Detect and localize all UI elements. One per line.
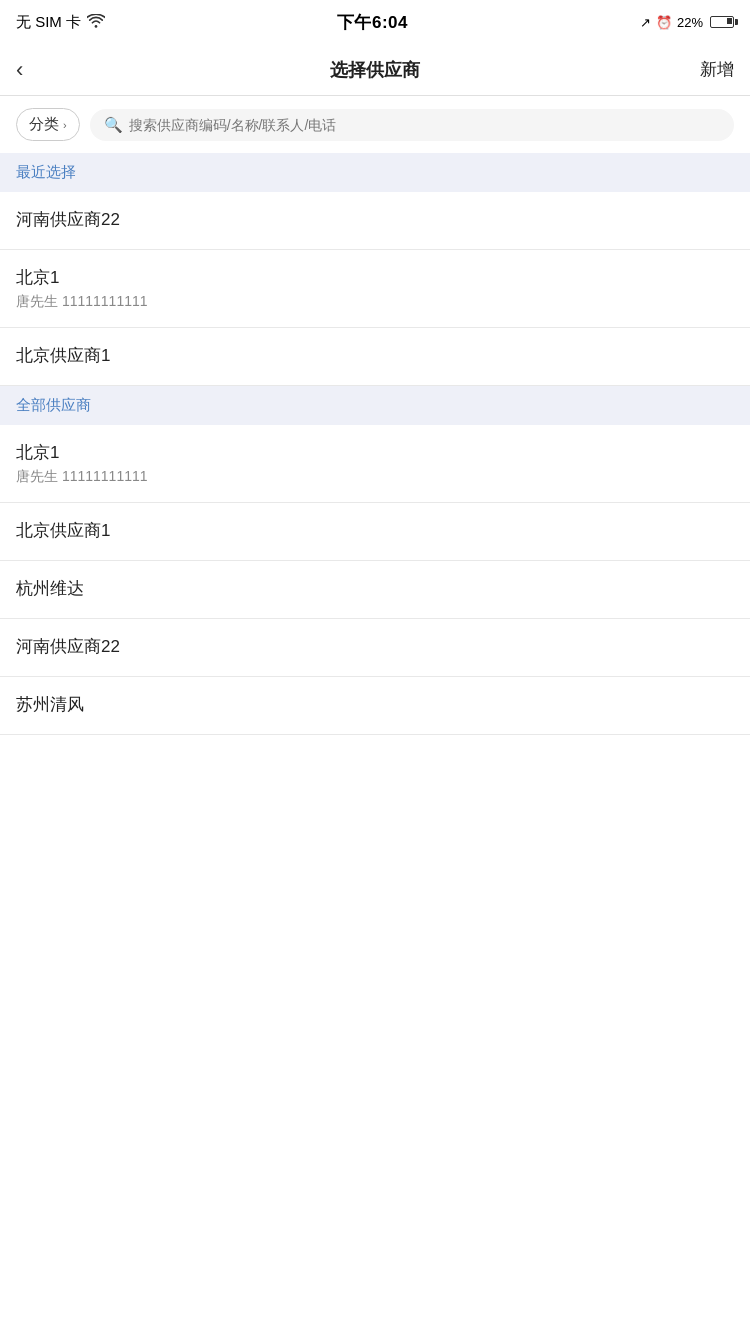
filter-bar: 分类 › 🔍 — [0, 96, 750, 153]
search-box[interactable]: 🔍 — [90, 109, 734, 141]
nav-title: 选择供应商 — [330, 58, 420, 82]
list-item[interactable]: 北京1 唐先生 11111111111 — [0, 425, 750, 503]
alarm-icon: ⏰ — [656, 15, 672, 30]
search-input[interactable] — [129, 117, 720, 133]
status-time: 下午6:04 — [337, 11, 408, 34]
chevron-right-icon: › — [63, 119, 67, 131]
all-items-list: 北京1 唐先生 11111111111 北京供应商1 杭州维达河南供应商22 苏州清风 — [0, 425, 750, 735]
back-button[interactable]: ‹ — [16, 57, 60, 83]
category-filter-button[interactable]: 分类 › — [16, 108, 80, 141]
sim-status: 无 SIM 卡 — [16, 13, 81, 32]
item-name: 北京1 — [16, 441, 734, 464]
list-item[interactable]: 杭州维达 — [0, 561, 750, 619]
status-left: 无 SIM 卡 — [16, 13, 105, 32]
all-section-header: 全部供应商 — [0, 386, 750, 425]
status-right: ↗ ⏰ 22% — [640, 15, 734, 30]
recent-items-list: 河南供应商22 北京1 唐先生 11111111111 北京供应商1 — [0, 192, 750, 386]
item-name: 北京供应商1 — [16, 519, 734, 542]
nav-bar: ‹ 选择供应商 新增 — [0, 44, 750, 96]
all-section-label: 全部供应商 — [16, 396, 91, 413]
list-item[interactable]: 河南供应商22 — [0, 619, 750, 677]
recent-section-label: 最近选择 — [16, 163, 76, 180]
wifi-icon — [87, 14, 105, 31]
list-item[interactable]: 北京供应商1 — [0, 328, 750, 386]
search-icon: 🔍 — [104, 116, 123, 134]
list-item[interactable]: 北京1 唐先生 11111111111 — [0, 250, 750, 328]
item-name: 河南供应商22 — [16, 635, 734, 658]
location-icon: ↗ — [640, 15, 651, 30]
status-bar: 无 SIM 卡 下午6:04 ↗ ⏰ 22% — [0, 0, 750, 44]
add-button[interactable]: 新增 — [690, 58, 734, 81]
list-item[interactable]: 北京供应商1 — [0, 503, 750, 561]
battery-icon — [710, 16, 734, 28]
list-item[interactable]: 河南供应商22 — [0, 192, 750, 250]
item-name: 北京1 — [16, 266, 734, 289]
item-sub: 唐先生 11111111111 — [16, 293, 734, 311]
category-label: 分类 — [29, 115, 59, 134]
battery-percent: 22% — [677, 15, 703, 30]
item-name: 北京供应商1 — [16, 344, 734, 367]
recent-section-header: 最近选择 — [0, 153, 750, 192]
item-sub: 唐先生 11111111111 — [16, 468, 734, 486]
item-name: 苏州清风 — [16, 693, 734, 716]
list-item[interactable]: 苏州清风 — [0, 677, 750, 735]
item-name: 杭州维达 — [16, 577, 734, 600]
item-name: 河南供应商22 — [16, 208, 734, 231]
